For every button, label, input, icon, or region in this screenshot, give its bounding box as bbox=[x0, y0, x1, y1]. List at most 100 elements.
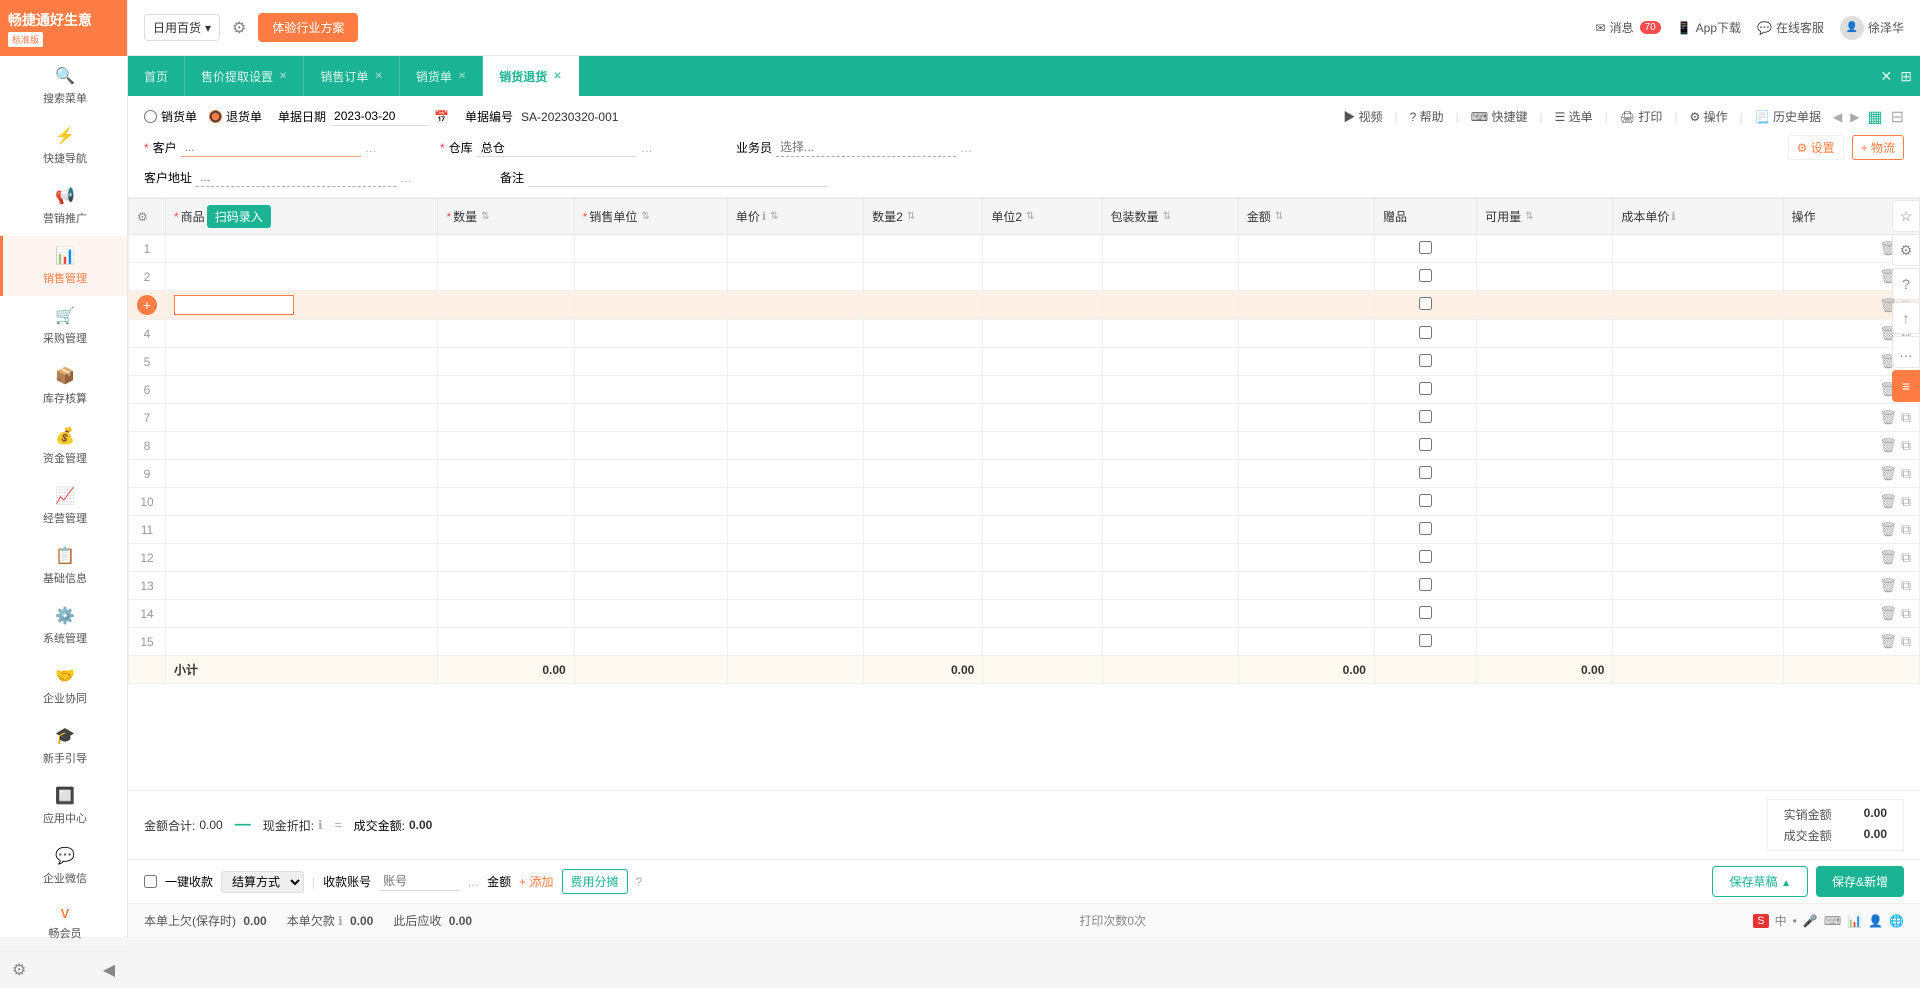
copy-row-icon[interactable]: ⧉ bbox=[1901, 493, 1911, 510]
unit2-cell[interactable] bbox=[983, 235, 1102, 263]
sidebar-item-search[interactable]: 🔍 搜索菜单 bbox=[0, 56, 127, 116]
delete-row-icon[interactable]: 🗑 bbox=[1879, 493, 1897, 510]
quantity2-cell[interactable] bbox=[864, 263, 983, 291]
cost-price-cell[interactable] bbox=[1613, 263, 1783, 291]
account-input[interactable] bbox=[379, 872, 459, 891]
pack-qty-cell-active[interactable] bbox=[1102, 291, 1238, 320]
sales-unit-cell[interactable] bbox=[574, 263, 727, 291]
current-debt-info-icon[interactable]: ℹ bbox=[338, 914, 343, 928]
address-input[interactable] bbox=[196, 168, 396, 187]
quantity-sort-icon[interactable]: ⇅ bbox=[481, 211, 489, 222]
tab-expand-icon[interactable]: ⊞ bbox=[1900, 68, 1912, 85]
delete-row-icon[interactable]: 🗑 bbox=[1879, 577, 1897, 594]
side-action-5[interactable]: … bbox=[1892, 336, 1920, 368]
gift-checkbox[interactable] bbox=[1419, 269, 1432, 282]
sidebar-item-shortcut[interactable]: ⚡ 快捷导航 bbox=[0, 116, 127, 176]
toolbar-help[interactable]: ? 帮助 bbox=[1406, 106, 1448, 127]
save-draft-button[interactable]: 保存草稿 ▲ bbox=[1712, 866, 1808, 897]
sidebar-item-basic[interactable]: 📋 基础信息 bbox=[0, 536, 127, 596]
gift-checkbox-active[interactable] bbox=[1419, 297, 1432, 310]
amount-sort-icon[interactable]: ⇅ bbox=[1275, 211, 1283, 222]
one-click-collect-checkbox[interactable] bbox=[144, 875, 157, 888]
sales-unit-sort-icon[interactable]: ⇅ bbox=[641, 211, 649, 222]
radio-delivery-input[interactable] bbox=[144, 110, 157, 123]
amount-cell[interactable] bbox=[1238, 235, 1374, 263]
unit2-cell-active[interactable] bbox=[983, 291, 1102, 320]
sidebar-item-system[interactable]: ⚙️ 系统管理 bbox=[0, 596, 127, 656]
toolbar-print[interactable]: 🖨 打印 bbox=[1616, 106, 1667, 127]
unit-price-sort-icon[interactable]: ⇅ bbox=[770, 211, 778, 222]
side-action-orange[interactable]: ≡ bbox=[1892, 370, 1920, 402]
sidebar-item-sales[interactable]: 📊 销售管理 bbox=[0, 236, 127, 296]
sidebar-item-wechat[interactable]: 💬 企业微信 bbox=[0, 836, 127, 896]
messages-button[interactable]: ✉ 消息 70 bbox=[1596, 19, 1661, 36]
customer-input[interactable] bbox=[181, 138, 361, 157]
app-download-button[interactable]: 📱 App下载 bbox=[1677, 19, 1741, 36]
toolbar-shortcut[interactable]: ⌨ 快捷键 bbox=[1467, 106, 1532, 127]
radio-return-input[interactable] bbox=[209, 110, 222, 123]
unit-price-info-icon[interactable]: ℹ bbox=[762, 210, 766, 223]
copy-row-icon[interactable]: ⧉ bbox=[1901, 605, 1911, 622]
copy-row-icon[interactable]: ⧉ bbox=[1901, 521, 1911, 538]
address-more-icon[interactable]: … bbox=[400, 171, 412, 185]
quantity-cell[interactable] bbox=[438, 235, 574, 263]
gear-col-icon[interactable]: ⚙ bbox=[137, 210, 148, 224]
toolbar-history[interactable]: 📃 历史单据 bbox=[1751, 106, 1825, 127]
sidebar-item-cooperation[interactable]: 🤝 企业协同 bbox=[0, 656, 127, 716]
sidebar-item-purchase[interactable]: 🛒 采购管理 bbox=[0, 296, 127, 356]
copy-row-icon[interactable]: ⧉ bbox=[1901, 409, 1911, 426]
sidebar-item-vip[interactable]: V 畅会员 bbox=[0, 896, 127, 951]
sidebar-item-apps[interactable]: 🔲 应用中心 bbox=[0, 776, 127, 836]
salesperson-input[interactable] bbox=[776, 138, 956, 157]
tab-sales-delivery[interactable]: 销货单 ✕ bbox=[400, 56, 483, 96]
unit2-sort-icon[interactable]: ⇅ bbox=[1026, 211, 1034, 222]
gift-cell[interactable] bbox=[1374, 263, 1476, 291]
copy-row-icon[interactable]: ⧉ bbox=[1901, 633, 1911, 650]
radio-return[interactable]: 退货单 bbox=[209, 108, 262, 125]
add-logistics-button[interactable]: + 物流 bbox=[1852, 135, 1904, 160]
quantity-cell[interactable] bbox=[438, 263, 574, 291]
unit-price-cell[interactable] bbox=[727, 263, 863, 291]
add-payment-button[interactable]: + 添加 bbox=[519, 873, 553, 890]
available-cell[interactable] bbox=[1477, 263, 1613, 291]
settings-icon[interactable]: ⚙ bbox=[12, 960, 26, 980]
side-action-1[interactable]: ☆ bbox=[1892, 200, 1920, 232]
toolbar-video[interactable]: ▶ 视频 bbox=[1339, 106, 1386, 127]
quantity2-cell[interactable] bbox=[864, 235, 983, 263]
fee-help-icon[interactable]: ? bbox=[636, 875, 643, 889]
collapse-icon[interactable]: ◀ bbox=[103, 960, 115, 980]
tab-sales-order[interactable]: 销售订单 ✕ bbox=[304, 56, 399, 96]
gift-cell[interactable] bbox=[1374, 235, 1476, 263]
add-row-button[interactable]: + bbox=[137, 295, 157, 315]
account-more-icon[interactable]: … bbox=[467, 875, 479, 889]
available-cell[interactable] bbox=[1477, 235, 1613, 263]
available-sort-icon[interactable]: ⇅ bbox=[1525, 211, 1533, 222]
product-cell[interactable] bbox=[166, 263, 438, 291]
gift-checkbox[interactable] bbox=[1419, 241, 1432, 254]
pack-qty-sort-icon[interactable]: ⇅ bbox=[1163, 211, 1171, 222]
toolbar-grid2-icon[interactable]: ⊟ bbox=[1891, 107, 1904, 127]
toolbar-select[interactable]: ☰ 选单 bbox=[1551, 106, 1597, 127]
gift-cell-active[interactable] bbox=[1374, 291, 1476, 320]
date-input[interactable] bbox=[330, 107, 430, 126]
quantity2-cell-active[interactable] bbox=[864, 291, 983, 320]
unit-price-cell-active[interactable] bbox=[727, 291, 863, 320]
copy-row-icon[interactable]: ⧉ bbox=[1901, 549, 1911, 566]
tab-price-setting[interactable]: 售价提取设置 ✕ bbox=[185, 56, 304, 96]
sidebar-item-marketing[interactable]: 📢 营销推广 bbox=[0, 176, 127, 236]
side-action-2[interactable]: ⚙ bbox=[1892, 234, 1920, 266]
sidebar-item-guide[interactable]: 🎓 新手引导 bbox=[0, 716, 127, 776]
delete-row-icon[interactable]: 🗑 bbox=[1879, 465, 1897, 482]
cost-price-info-icon[interactable]: ℹ bbox=[1671, 210, 1675, 223]
radio-delivery[interactable]: 销货单 bbox=[144, 108, 197, 125]
product-input-active[interactable] bbox=[174, 295, 294, 315]
copy-row-icon[interactable]: ⧉ bbox=[1901, 465, 1911, 482]
side-action-4[interactable]: ↑ bbox=[1892, 302, 1920, 334]
customer-more-icon[interactable]: … bbox=[365, 141, 377, 155]
toolbar-prev-icon[interactable]: ◀ bbox=[1833, 110, 1842, 124]
topbar-gear-icon[interactable]: ⚙ bbox=[232, 18, 246, 38]
warehouse-more-icon[interactable]: … bbox=[641, 141, 653, 155]
cash-discount-info-icon[interactable]: ℹ bbox=[318, 818, 323, 832]
unit-price-cell[interactable] bbox=[727, 235, 863, 263]
sales-unit-cell-active[interactable] bbox=[574, 291, 727, 320]
